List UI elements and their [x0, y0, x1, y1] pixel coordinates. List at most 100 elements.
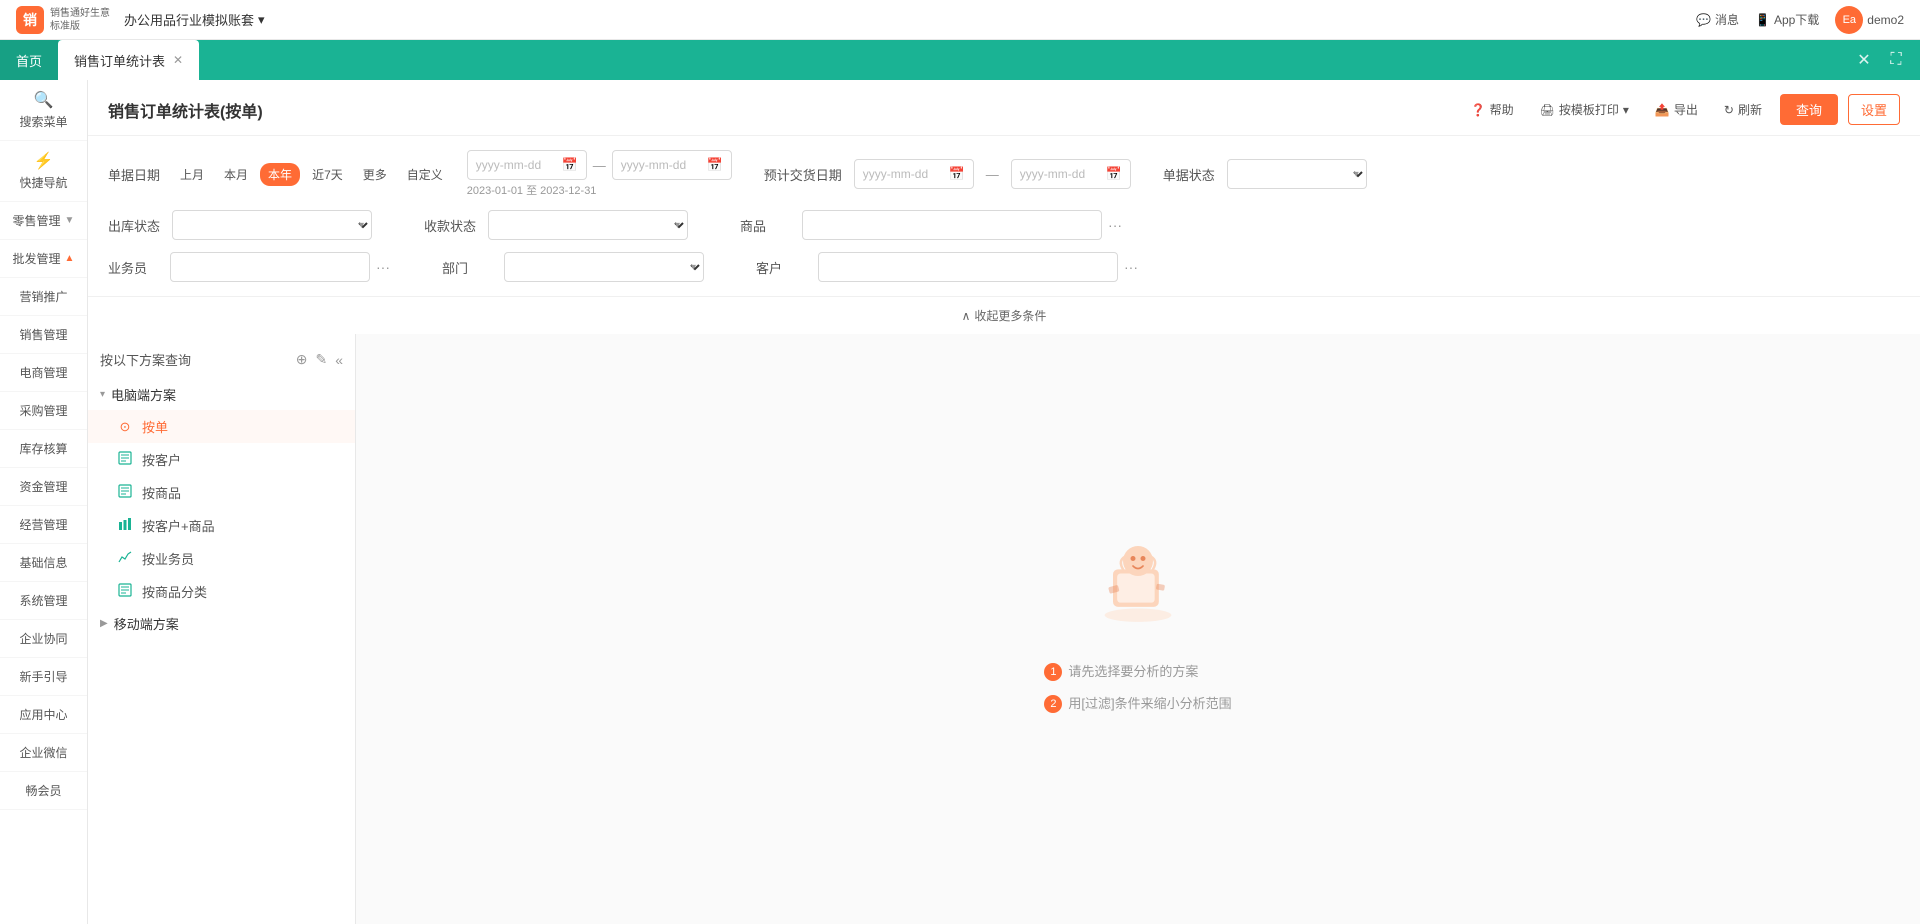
- date-from-input[interactable]: yyyy-mm-dd 📅: [467, 150, 587, 180]
- right-panel: 1 请先选择要分析的方案 2 用[过滤]条件来缩小分析范围: [356, 334, 1920, 924]
- wholesale-expand-icon: ▲: [65, 253, 75, 264]
- sidebar-item-finance[interactable]: 资金管理: [0, 468, 87, 506]
- date-btn-last-7days[interactable]: 近7天: [304, 163, 351, 186]
- date-btn-this-year[interactable]: 本年: [260, 163, 300, 186]
- date-quick-btns: 上月 本月 本年 近7天 更多 自定义: [172, 163, 451, 186]
- tab-sales-stats[interactable]: 销售订单统计表 ✕: [58, 40, 199, 80]
- goods-more-icon[interactable]: ···: [1108, 217, 1122, 233]
- customer-input[interactable]: [818, 252, 1118, 282]
- content-top: 销售订单统计表(按单) ❓ 帮助 🖨 按模板打印 ▾ 📤: [88, 80, 1920, 334]
- export-icon: 📤: [1655, 103, 1670, 117]
- tab-home[interactable]: 首页: [0, 40, 58, 80]
- sidebar-item-search[interactable]: 🔍 搜索菜单: [0, 80, 87, 141]
- customer-more-icon[interactable]: ···: [1124, 259, 1138, 275]
- sidebar-item-member[interactable]: 畅会员: [0, 772, 87, 810]
- salesperson-input[interactable]: [170, 252, 370, 282]
- collapse-panel-icon[interactable]: «: [335, 352, 343, 368]
- edit-scheme-icon[interactable]: ✎: [315, 351, 327, 368]
- page-title: 销售订单统计表(按单): [108, 98, 263, 122]
- date-btn-more[interactable]: 更多: [355, 163, 395, 186]
- sidebar-item-ecommerce[interactable]: 电商管理: [0, 354, 87, 392]
- sidebar-item-sales[interactable]: 销售管理: [0, 316, 87, 354]
- expected-date-label: 预计交货日期: [764, 165, 842, 184]
- sidebar-item-enterprise-wechat[interactable]: 企业微信: [0, 734, 87, 772]
- collapse-bar[interactable]: ∧ 收起更多条件: [88, 296, 1920, 334]
- by-category-label: 按商品分类: [142, 582, 207, 601]
- tab-close-icon[interactable]: ✕: [173, 53, 183, 67]
- query-btn[interactable]: 查询: [1780, 94, 1838, 125]
- template-print-btn[interactable]: 🖨 按模板打印 ▾: [1532, 97, 1637, 122]
- date-btn-custom[interactable]: 自定义: [399, 163, 451, 186]
- scheme-item-by-customer[interactable]: 按客户: [88, 443, 355, 476]
- payment-status-label: 收款状态: [424, 216, 476, 235]
- sidebar-item-enterprise-collab[interactable]: 企业协同: [0, 620, 87, 658]
- help-icon: ❓: [1471, 103, 1486, 117]
- user-profile[interactable]: Ea demo2: [1835, 6, 1904, 34]
- date-to-input[interactable]: yyyy-mm-dd 📅: [612, 150, 732, 180]
- retail-label: 零售管理: [13, 212, 61, 229]
- add-scheme-icon[interactable]: ⊕: [296, 351, 308, 368]
- tab-home-label: 首页: [16, 51, 42, 70]
- delivery-status-select[interactable]: [172, 210, 372, 240]
- tab-close-all-btn[interactable]: ✕: [1852, 48, 1876, 72]
- logo-area: 销 销售通好生意 标准版: [16, 6, 110, 34]
- scheme-item-by-salesperson[interactable]: 按业务员: [88, 542, 355, 575]
- scheme-item-by-order[interactable]: ⊙ 按单: [88, 410, 355, 443]
- message-btn[interactable]: 💬 消息: [1696, 11, 1739, 28]
- customer-label: 客户: [756, 258, 806, 277]
- sidebar-item-basic-info[interactable]: 基础信息: [0, 544, 87, 582]
- sidebar-item-operations[interactable]: 经营管理: [0, 506, 87, 544]
- sidebar-item-inventory[interactable]: 库存核算: [0, 430, 87, 468]
- scheme-item-by-customer-goods[interactable]: 按客户+商品: [88, 509, 355, 542]
- expected-date-to[interactable]: yyyy-mm-dd 📅: [1011, 159, 1131, 189]
- app-download-btn[interactable]: 📱 App下载: [1755, 11, 1819, 28]
- department-select[interactable]: [504, 252, 704, 282]
- page-actions: ❓ 帮助 🖨 按模板打印 ▾ 📤 导出 ↻: [1463, 94, 1900, 125]
- search-icon: 🔍: [34, 90, 54, 110]
- mobile-group-label: 移动端方案: [114, 614, 179, 633]
- date-range-display: 2023-01-01 至 2023-12-31: [467, 182, 732, 198]
- help-btn[interactable]: ❓ 帮助: [1463, 97, 1522, 122]
- by-category-icon: [116, 583, 134, 600]
- content-bottom: 按以下方案查询 ⊕ ✎ « ▾ 电脑端方案: [88, 334, 1920, 924]
- scheme-item-by-category[interactable]: 按商品分类: [88, 575, 355, 608]
- sidebar-item-wholesale[interactable]: 批发管理 ▲: [0, 240, 87, 278]
- header-right: 💬 消息 📱 App下载 Ea demo2: [1696, 6, 1904, 34]
- sidebar-item-purchase[interactable]: 采购管理: [0, 392, 87, 430]
- scheme-group-desktop[interactable]: ▾ 电脑端方案: [88, 379, 355, 410]
- print-icon: 🖨: [1540, 103, 1555, 117]
- by-salesperson-icon: [116, 550, 134, 567]
- empty-tip-item-1: 1 请先选择要分析的方案: [1044, 659, 1231, 685]
- department-dropdown: ▾: [504, 252, 704, 282]
- desktop-group-label: 电脑端方案: [111, 385, 176, 404]
- header-left: 销 销售通好生意 标准版 办公用品行业模拟账套 ▾: [16, 6, 271, 34]
- date-btn-this-month[interactable]: 本月: [216, 163, 256, 186]
- export-btn[interactable]: 📤 导出: [1647, 97, 1706, 122]
- date-to-placeholder: yyyy-mm-dd: [621, 158, 686, 172]
- username: demo2: [1867, 13, 1904, 27]
- sidebar-item-newbie[interactable]: 新手引导: [0, 658, 87, 696]
- settings-btn[interactable]: 设置: [1848, 94, 1900, 125]
- single-status-select[interactable]: [1227, 159, 1367, 189]
- scheme-group-mobile[interactable]: ▶ 移动端方案: [88, 608, 355, 639]
- sidebar-item-system[interactable]: 系统管理: [0, 582, 87, 620]
- sales-label: 销售管理: [19, 326, 67, 343]
- tab-maximize-btn[interactable]: ⛶: [1884, 48, 1908, 72]
- by-customer-icon: [116, 451, 134, 468]
- app-logo: 销: [16, 6, 44, 34]
- goods-input[interactable]: [802, 210, 1102, 240]
- member-label: 畅会员: [25, 782, 61, 799]
- sidebar-item-app-center[interactable]: 应用中心: [0, 696, 87, 734]
- sidebar-item-marketing[interactable]: 营销推广: [0, 278, 87, 316]
- scheme-item-by-goods[interactable]: 按商品: [88, 476, 355, 509]
- expected-date-from[interactable]: yyyy-mm-dd 📅: [854, 159, 974, 189]
- company-selector[interactable]: 办公用品行业模拟账套 ▾: [118, 8, 271, 31]
- salesperson-more-icon[interactable]: ···: [376, 259, 390, 275]
- export-label: 导出: [1674, 101, 1698, 118]
- payment-status-select[interactable]: [488, 210, 688, 240]
- date-btn-last-month[interactable]: 上月: [172, 163, 212, 186]
- by-customer-label: 按客户: [142, 450, 181, 469]
- sidebar-item-quicknav[interactable]: ⚡ 快捷导航: [0, 141, 87, 202]
- refresh-btn[interactable]: ↻ 刷新: [1716, 97, 1770, 122]
- sidebar-item-retail[interactable]: 零售管理 ▼: [0, 202, 87, 240]
